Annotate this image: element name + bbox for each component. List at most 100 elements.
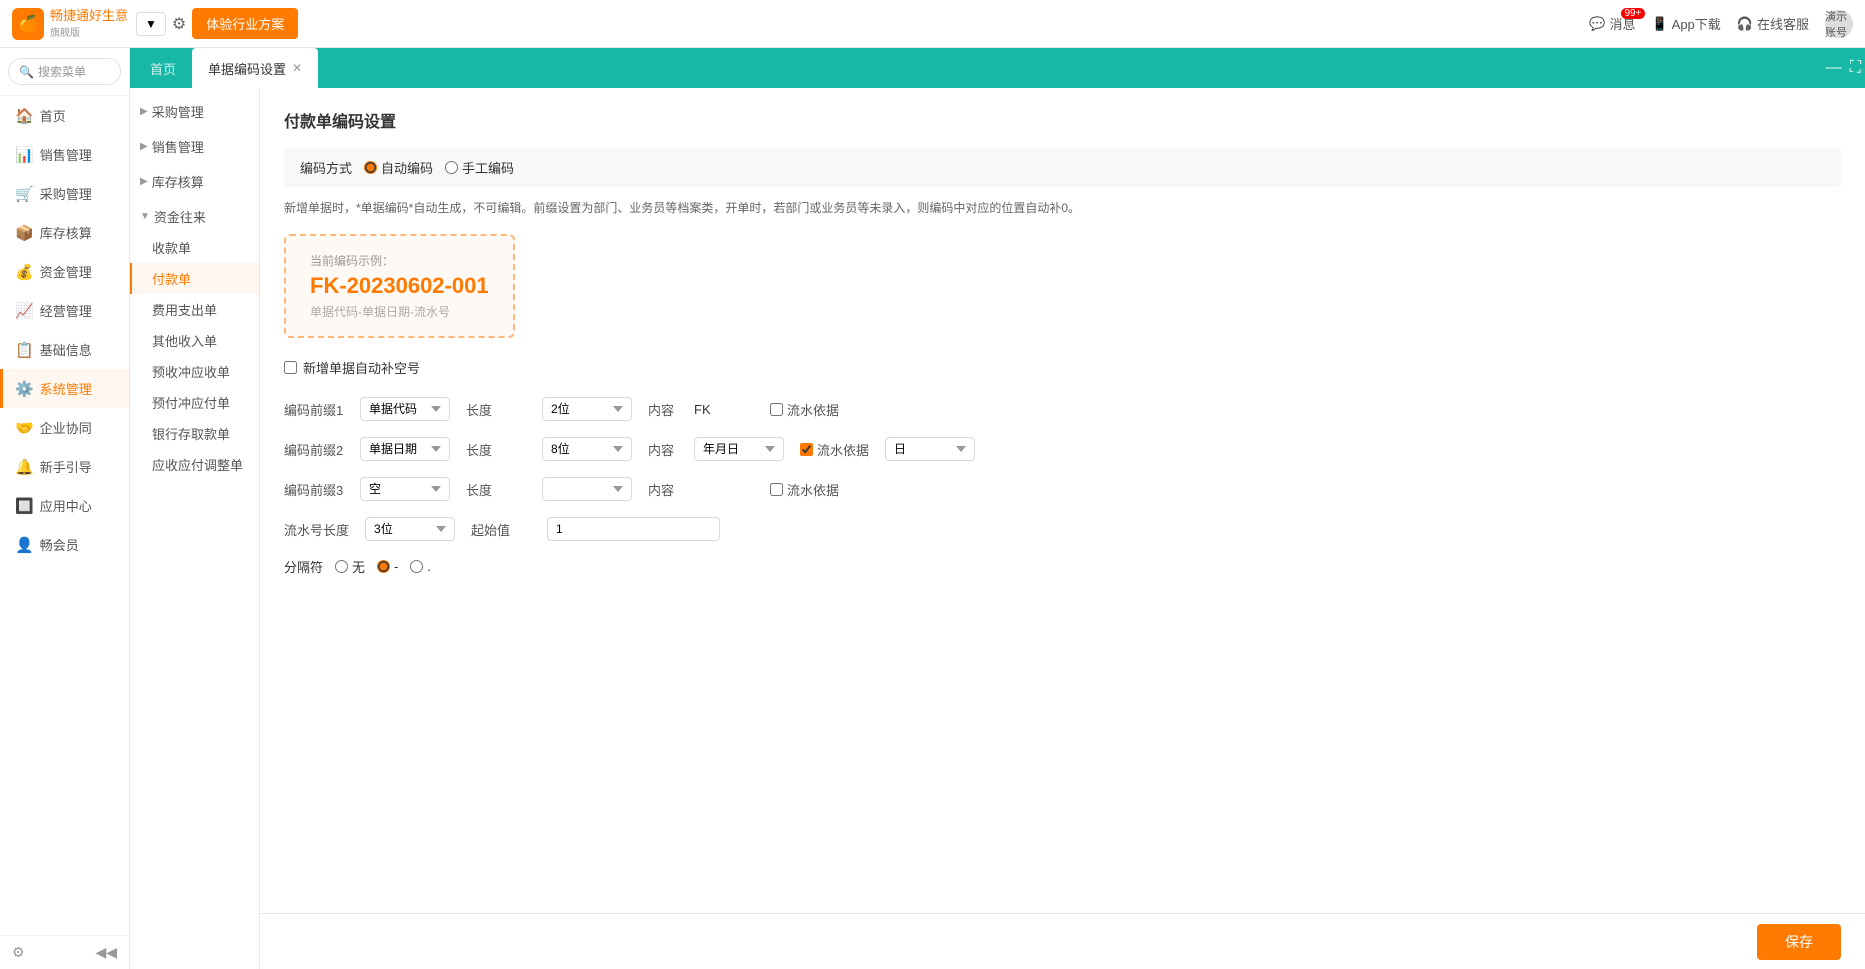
sidebar-item-home[interactable]: 🏠 首页	[0, 96, 129, 135]
management-icon: 📈	[15, 302, 34, 320]
sub-nav-group-funds-title[interactable]: ▼ 资金往来	[130, 201, 259, 232]
prefix-2-select[interactable]: 单据日期	[360, 437, 450, 461]
preview-format: 单据代码-单据日期-流水号	[310, 303, 489, 320]
inventory-icon: 📦	[15, 224, 34, 242]
prefix-3-select[interactable]: 空	[360, 477, 450, 501]
sep-dot-radio[interactable]	[410, 560, 423, 573]
tab-bar: 首页 单据编码设置 ✕ — ⛶	[130, 48, 1865, 88]
stream-1-checkbox[interactable]	[770, 403, 783, 416]
tab-encoding-settings[interactable]: 单据编码设置 ✕	[192, 48, 318, 88]
sub-nav-item-payment[interactable]: 付款单	[130, 263, 259, 294]
prefix-1-label: 编码前缀1	[284, 400, 344, 419]
separator-label: 分隔符	[284, 557, 323, 576]
sidebar-item-guide[interactable]: 🔔 新手引导	[0, 447, 129, 486]
page-content: 付款单编码设置 编码方式 自动编码 手工编码	[260, 88, 1865, 913]
sub-nav-group-purchase-title[interactable]: ▶ 采购管理	[130, 96, 259, 127]
sub-nav-group-purchase: ▶ 采购管理	[130, 96, 259, 127]
workspace-dropdown[interactable]: ▼	[136, 12, 166, 36]
apps-icon: 🔲	[15, 497, 34, 515]
sub-nav-group-sales-title[interactable]: ▶ 销售管理	[130, 131, 259, 162]
manual-encoding-option[interactable]: 手工编码	[445, 158, 514, 177]
sub-nav-item-prepay-ar[interactable]: 预收冲应收单	[130, 356, 259, 387]
auto-fill-checkbox[interactable]	[284, 361, 297, 374]
collapse-sidebar-button[interactable]: ◀◀	[95, 944, 117, 961]
sub-nav-item-prepay-ap[interactable]: 预付冲应付单	[130, 387, 259, 418]
sidebar-item-finance[interactable]: 💰 资金管理	[0, 252, 129, 291]
sub-nav-group-funds: ▼ 资金往来 收款单 付款单 费用支出单 其他收入单 预收冲应收单 预付冲应付单…	[130, 201, 259, 480]
serial-row: 流水号长度 3位 起始值	[284, 517, 1841, 541]
tab-minimize-icon[interactable]: —	[1826, 59, 1842, 77]
start-value-input[interactable]	[547, 517, 720, 541]
sub-content-wrapper: ▶ 采购管理 ▶ 销售管理 ▶ 库存核算	[130, 88, 1865, 969]
stream-1-label[interactable]: 流水依据	[787, 400, 839, 419]
sidebar-item-management[interactable]: 📈 经营管理	[0, 291, 129, 330]
length-3-select[interactable]	[542, 477, 632, 501]
online-service-button[interactable]: 🎧 在线客服	[1737, 14, 1809, 33]
length-1-label: 长度	[466, 400, 526, 419]
sub-nav: ▶ 采购管理 ▶ 销售管理 ▶ 库存核算	[130, 88, 260, 969]
content-2-select[interactable]: 年月日	[694, 437, 784, 461]
sub-nav-item-bank[interactable]: 银行存取款单	[130, 418, 259, 449]
download-icon: 📱	[1651, 16, 1667, 32]
stream-2-check: 流水依据	[800, 440, 869, 459]
sidebar: 🔍 搜索菜单 🏠 首页 📊 销售管理 🛒 采购管理 📦 库存核算 💰 资金管理 …	[0, 48, 130, 969]
sidebar-item-system[interactable]: ⚙️ 系统管理	[0, 369, 129, 408]
length-3-label: 长度	[466, 480, 526, 499]
home-icon: 🏠	[15, 107, 34, 125]
sub-nav-group-sales: ▶ 销售管理	[130, 131, 259, 162]
message-button[interactable]: 💬 消息 99+	[1589, 14, 1635, 33]
tab-home[interactable]: 首页	[134, 48, 192, 88]
sub-nav-item-adjust[interactable]: 应收应付调整单	[130, 449, 259, 480]
content-1-value: FK	[694, 402, 754, 417]
stream-3-checkbox[interactable]	[770, 483, 783, 496]
app-download-button[interactable]: 📱 App下载	[1651, 14, 1720, 33]
sep-dot-option[interactable]: .	[410, 559, 431, 574]
auto-fill-label[interactable]: 新增单据自动补空号	[303, 358, 420, 377]
preview-code: FK-20230602-001	[310, 273, 489, 299]
sub-nav-item-expense[interactable]: 费用支出单	[130, 294, 259, 325]
stream-2-label[interactable]: 流水依据	[817, 440, 869, 459]
stream-unit-select[interactable]: 日	[885, 437, 975, 461]
sidebar-item-inventory[interactable]: 📦 库存核算	[0, 213, 129, 252]
prefix-1-select[interactable]: 单据代码	[360, 397, 450, 421]
brand-text: 畅捷通好生意 旗舰版	[50, 8, 128, 39]
sep-none-option[interactable]: 无	[335, 557, 365, 576]
tab-maximize-icon[interactable]: ⛶	[1850, 59, 1861, 77]
length-1-select[interactable]: 2位	[542, 397, 632, 421]
content-1-label: 内容	[648, 400, 678, 419]
sub-nav-group-inventory-title[interactable]: ▶ 库存核算	[130, 166, 259, 197]
service-icon: 🎧	[1737, 16, 1753, 32]
auto-encoding-radio[interactable]	[364, 161, 377, 174]
auto-encoding-option[interactable]: 自动编码	[364, 158, 433, 177]
top-bar-left: 🍊 畅捷通好生意 旗舰版 ▼ ⚙ 体验行业方案	[12, 8, 298, 40]
length-2-select[interactable]: 8位	[542, 437, 632, 461]
sidebar-item-basic-info[interactable]: 📋 基础信息	[0, 330, 129, 369]
user-avatar[interactable]: 演示账号	[1825, 10, 1853, 38]
trial-button[interactable]: 体验行业方案	[192, 8, 298, 39]
sub-nav-item-other-income[interactable]: 其他收入单	[130, 325, 259, 356]
tab-close-icon[interactable]: ✕	[292, 61, 302, 75]
content-3-label: 内容	[648, 480, 678, 499]
sep-dash-option[interactable]: -	[377, 559, 398, 574]
settings-bottom-icon[interactable]: ⚙	[12, 944, 25, 961]
search-menu-button[interactable]: 🔍 搜索菜单	[8, 58, 121, 85]
serial-length-select[interactable]: 3位	[365, 517, 455, 541]
sidebar-item-apps[interactable]: 🔲 应用中心	[0, 486, 129, 525]
sidebar-item-purchase[interactable]: 🛒 采购管理	[0, 174, 129, 213]
sub-nav-item-receipt[interactable]: 收款单	[130, 232, 259, 263]
manual-encoding-radio[interactable]	[445, 161, 458, 174]
sep-none-radio[interactable]	[335, 560, 348, 573]
sidebar-search-area: 🔍 搜索菜单	[0, 48, 129, 96]
sidebar-item-enterprise[interactable]: 🤝 企业协同	[0, 408, 129, 447]
brand-icon: 🍊	[12, 8, 44, 40]
stream-2-checkbox[interactable]	[800, 443, 813, 456]
settings-icon[interactable]: ⚙	[172, 14, 186, 34]
sep-dash-radio[interactable]	[377, 560, 390, 573]
prefix-3-label: 编码前缀3	[284, 480, 344, 499]
encoding-method-label: 编码方式	[300, 158, 352, 177]
save-button[interactable]: 保存	[1757, 924, 1841, 960]
stream-3-label[interactable]: 流水依据	[787, 480, 839, 499]
sidebar-item-sales[interactable]: 📊 销售管理	[0, 135, 129, 174]
sidebar-item-member[interactable]: 👤 畅会员	[0, 525, 129, 564]
page-footer: 保存	[260, 913, 1865, 969]
